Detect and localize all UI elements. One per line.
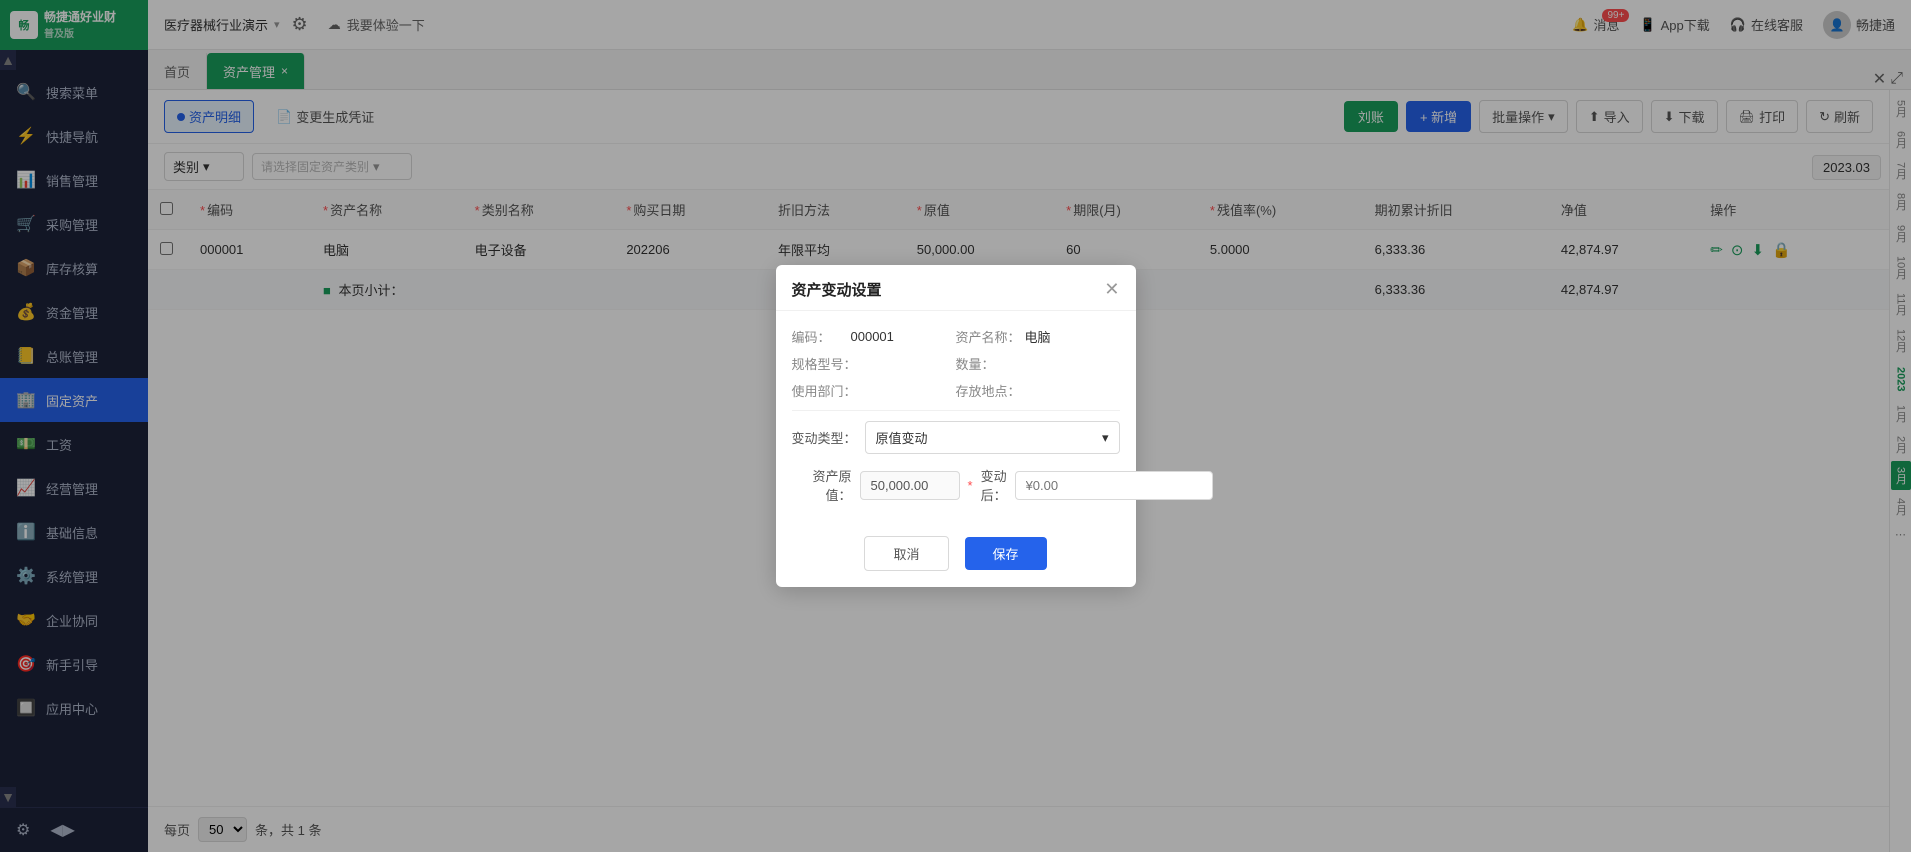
after-change-input[interactable] <box>1015 471 1213 500</box>
modal-quantity-row: 数量： <box>956 354 1120 373</box>
value-row: 资产原值： 50,000.00 * 变动后： <box>792 466 1120 504</box>
modal-divider <box>792 410 1120 411</box>
original-value-display: 50,000.00 <box>860 471 960 500</box>
modal-spec-row: 规格型号： <box>792 354 956 373</box>
modal-info-grid: 编码： 000001 资产名称： 电脑 规格型号： 数量： 使用部门： <box>792 327 1120 400</box>
chevron-down-icon: ▾ <box>1102 430 1109 446</box>
change-type-row: 变动类型： 原值变动 ▾ <box>792 421 1120 454</box>
asset-change-modal: 资产变动设置 ✕ 编码： 000001 资产名称： 电脑 规格型号： 数 <box>776 265 1136 587</box>
save-button[interactable]: 保存 <box>965 537 1047 570</box>
change-type-select[interactable]: 原值变动 ▾ <box>865 421 1120 454</box>
modal-name-value: 电脑 <box>1025 327 1051 346</box>
modal-name-row: 资产名称： 电脑 <box>956 327 1120 346</box>
modal-code-row: 编码： 000001 <box>792 327 956 346</box>
modal-overlay[interactable]: 资产变动设置 ✕ 编码： 000001 资产名称： 电脑 规格型号： 数 <box>0 0 1911 852</box>
cancel-button[interactable]: 取消 <box>864 536 948 571</box>
modal-close-icon[interactable]: ✕ <box>1104 279 1119 300</box>
modal-footer: 取消 保存 <box>776 536 1136 587</box>
modal-location-row: 存放地点： <box>956 381 1120 400</box>
modal-title: 资产变动设置 <box>792 279 882 300</box>
modal-dept-row: 使用部门： <box>792 381 956 400</box>
original-value-label: 资产原值： <box>792 466 852 504</box>
change-type-label: 变动类型： <box>792 428 857 447</box>
after-change-label: 变动后： <box>981 466 1007 504</box>
modal-header: 资产变动设置 ✕ <box>776 265 1136 311</box>
modal-body: 编码： 000001 资产名称： 电脑 规格型号： 数量： 使用部门： <box>776 311 1136 536</box>
required-star: * <box>968 478 973 493</box>
modal-code-value: 000001 <box>851 329 894 344</box>
